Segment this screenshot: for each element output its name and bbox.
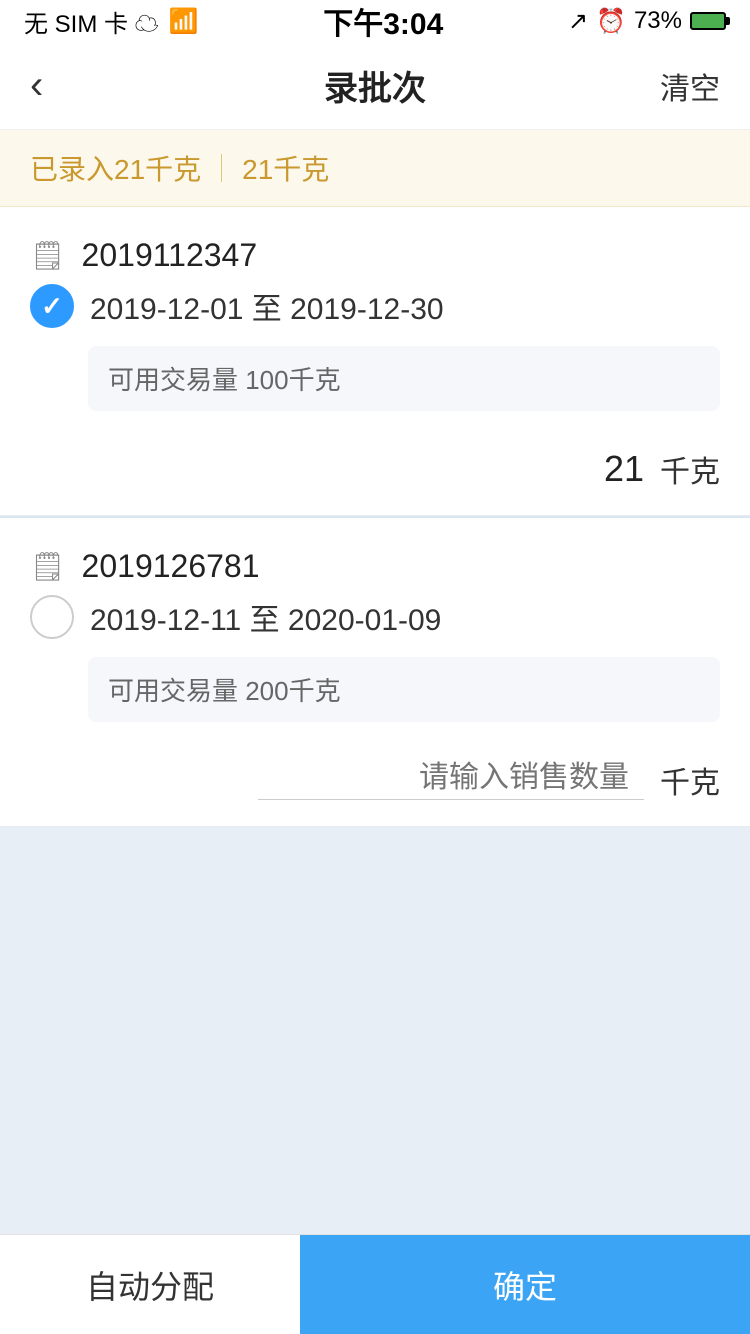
wifi-icon: 📶 (169, 7, 199, 36)
batch-1-quantity-value: 21 (604, 448, 644, 490)
empty-area (0, 827, 750, 1267)
batch-1-unit: 千克 (660, 447, 720, 491)
batch-2-unit: 千克 (660, 758, 720, 802)
batch-1-availability: 可用交易量 100千克 (88, 346, 720, 411)
clear-button[interactable]: 清空 (660, 64, 720, 108)
batch-2-date-row[interactable]: 2019-12-11 至 2020-01-09 (0, 595, 750, 651)
battery-percent: 73% (634, 7, 682, 35)
batch-card-1: 🗒 2019112347 ✓ 2019-12-01 至 2019-12-30 可… (0, 207, 750, 516)
info-banner: 已录入21千克 21千克 (0, 130, 750, 207)
bottom-bar: 自动分配 确定 (0, 1234, 750, 1334)
alarm-icon: ⏰ (596, 7, 626, 36)
batch-2-radio[interactable] (30, 595, 74, 639)
batch-1-radio[interactable]: ✓ (30, 284, 74, 328)
entered-value: 21千克 (242, 148, 329, 188)
batch-2-availability: 可用交易量 200千克 (88, 657, 720, 722)
doc-icon-1: 🗒 (30, 239, 66, 272)
batch-2-id: 2019126781 (82, 548, 260, 585)
page-title: 录批次 (324, 61, 426, 110)
batch-1-quantity-row: 21 千克 (0, 429, 750, 516)
batch-2-quantity-row: 千克 (0, 740, 750, 827)
batch-2-date: 2019-12-11 至 2020-01-09 (90, 595, 441, 639)
battery-icon (690, 12, 726, 30)
batch-card-2: 🗒 2019126781 2019-12-11 至 2020-01-09 可用交… (0, 518, 750, 827)
status-left: 无 SIM 卡 ☁ 📶 (24, 4, 199, 39)
status-right: ↗ ⏰ 73% (568, 7, 726, 36)
entered-label: 已录入21千克 (30, 148, 201, 188)
status-bar: 无 SIM 卡 ☁ 📶 下午3:04 ↗ ⏰ 73% (0, 0, 750, 42)
batch-1-id: 2019112347 (82, 237, 258, 274)
status-time: 下午3:04 (323, 0, 443, 43)
doc-icon-2: 🗒 (30, 550, 66, 583)
sim-label: 无 SIM 卡 ☁ (24, 4, 159, 39)
check-mark-1: ✓ (41, 291, 63, 322)
confirm-button[interactable]: 确定 (300, 1235, 750, 1334)
quantity-input-wrapper[interactable] (258, 761, 644, 800)
back-button[interactable]: ‹ (30, 63, 90, 108)
banner-divider (221, 154, 222, 182)
batch-1-date-row[interactable]: ✓ 2019-12-01 至 2019-12-30 (0, 284, 750, 340)
location-icon: ↗ (568, 7, 588, 36)
batch-1-header: 🗒 2019112347 (0, 207, 750, 284)
quantity-input[interactable] (258, 761, 644, 795)
batch-1-date: 2019-12-01 至 2019-12-30 (90, 284, 444, 328)
nav-bar: ‹ 录批次 清空 (0, 42, 750, 130)
auto-distribute-button[interactable]: 自动分配 (0, 1235, 300, 1334)
batch-2-header: 🗒 2019126781 (0, 518, 750, 595)
